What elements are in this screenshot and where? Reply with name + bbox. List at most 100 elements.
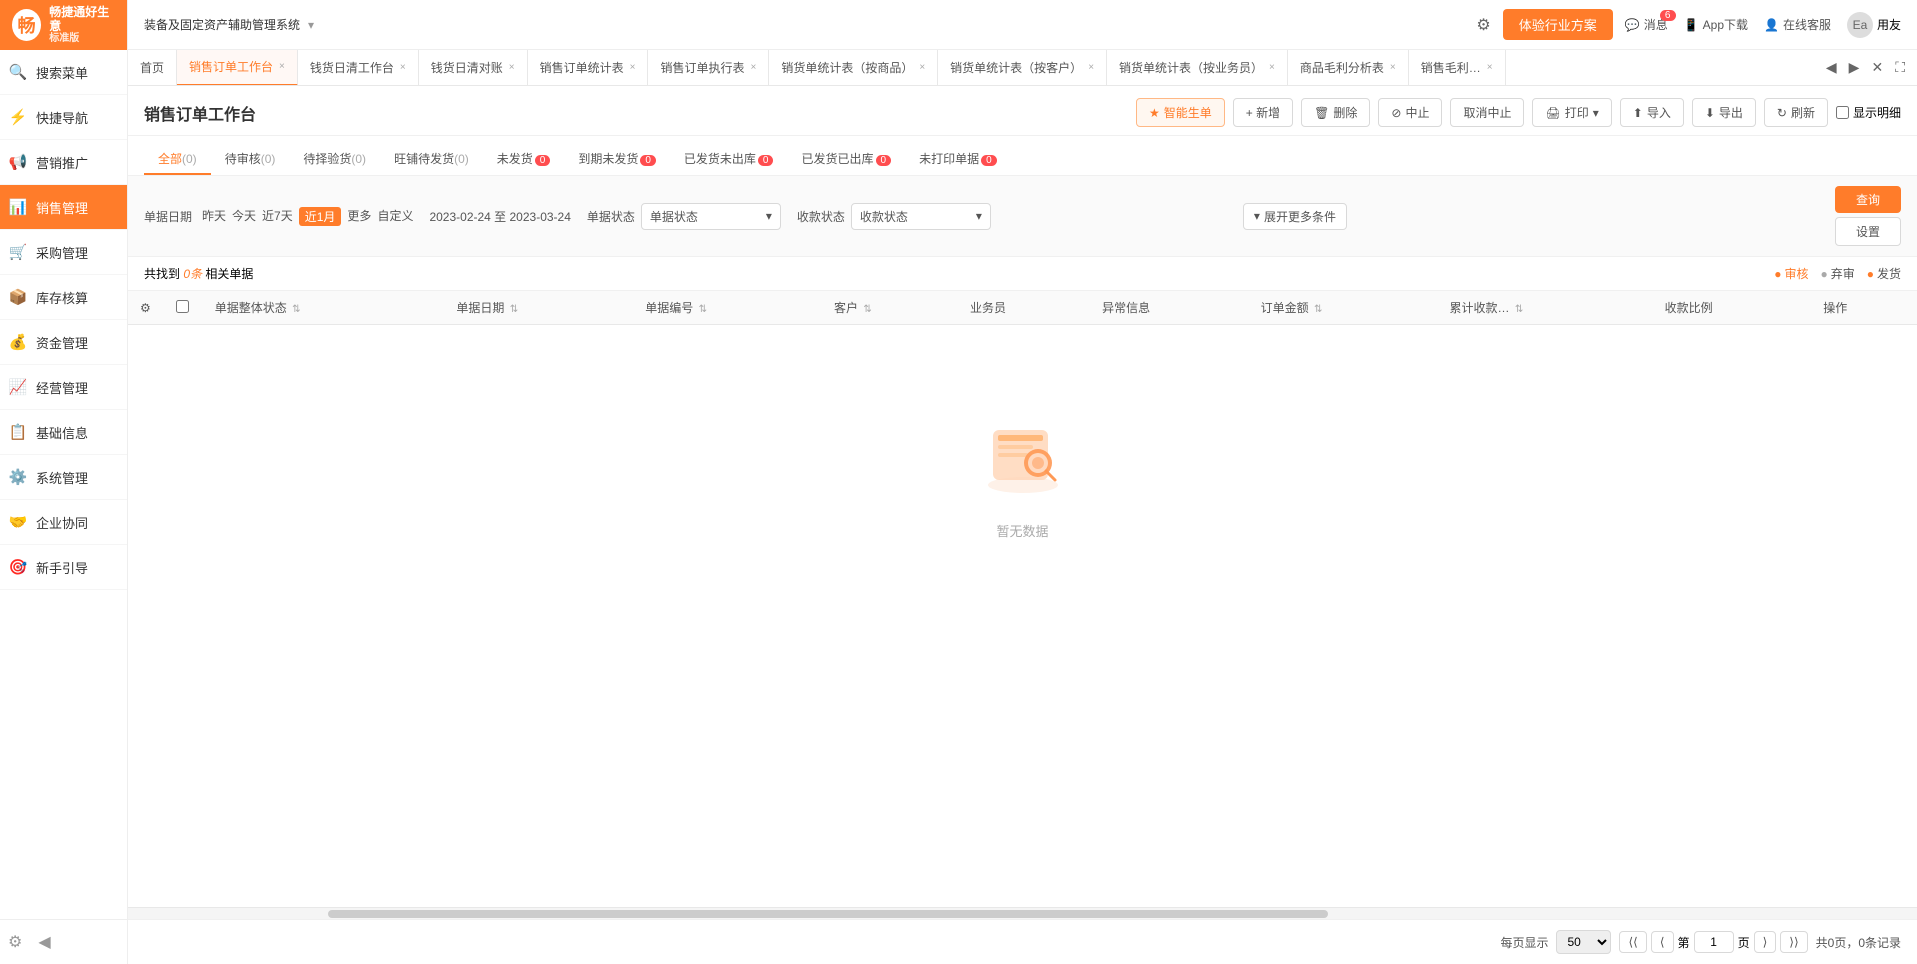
date-today[interactable]: 今天 (232, 207, 256, 226)
tab-5[interactable]: 销售订单执行表× (648, 50, 769, 86)
tab-9[interactable]: 商品毛利分析表× (1288, 50, 1409, 86)
refresh-button[interactable]: ↻ 刷新 (1764, 98, 1828, 127)
topbar-settings-icon[interactable]: ⚙ (1476, 15, 1490, 35)
sort-icon-amount[interactable]: ⇅ (1314, 304, 1322, 315)
sidebar-item-企业协同[interactable]: 🤝企业协同 (0, 500, 127, 545)
ship-action[interactable]: ● 发货 (1867, 265, 1901, 282)
stop-button[interactable]: ⊘ 中止 (1378, 98, 1442, 127)
collapse-icon[interactable]: ◀ (38, 932, 50, 952)
settings-icon2[interactable]: ⚙ (140, 301, 151, 315)
date-1month[interactable]: 近1月 (299, 207, 342, 226)
audit-action[interactable]: ● 审核 (1774, 265, 1808, 282)
scroll-thumb[interactable] (328, 910, 1328, 918)
tabs-prev-btn[interactable]: ◀ (1822, 57, 1841, 78)
tab-close-5[interactable]: × (750, 62, 756, 73)
sidebar-item-快捷导航[interactable]: ⚡快捷导航 (0, 95, 127, 140)
date-range-links: 昨天 今天 近7天 近1月 更多 自定义 (202, 207, 413, 226)
sidebar-item-系统管理[interactable]: ⚙️系统管理 (0, 455, 127, 500)
filter-tab-1[interactable]: 待审核(0) (211, 144, 290, 175)
filter-tab-0[interactable]: 全部(0) (144, 144, 211, 175)
sidebar-item-经营管理[interactable]: 📈经营管理 (0, 365, 127, 410)
page-next-btn[interactable]: ⟩ (1754, 931, 1777, 953)
topbar-module-title: 装备及固定资产辅助管理系统 ▾ (144, 16, 1464, 33)
tab-close-2[interactable]: × (400, 62, 406, 73)
tab-2[interactable]: 钱货日清工作台× (298, 50, 419, 86)
sort-icon-number[interactable]: ⇅ (699, 304, 707, 315)
filter-tab-7[interactable]: 已发货已出库0 (787, 144, 905, 175)
sidebar-item-库存核算[interactable]: 📦库存核算 (0, 275, 127, 320)
tab-close-8[interactable]: × (1269, 62, 1275, 73)
scroll-area[interactable] (128, 907, 1917, 919)
date-custom[interactable]: 自定义 (377, 207, 413, 226)
tab-0[interactable]: 首页 (128, 50, 177, 86)
cta-button[interactable]: 体验行业方案 (1503, 9, 1613, 40)
show-detail-toggle[interactable]: 显示明细 (1836, 104, 1901, 121)
sort-icon-customer[interactable]: ⇅ (863, 304, 871, 315)
user-area[interactable]: Ea 用友 (1847, 12, 1901, 38)
cancel-stop-button[interactable]: 取消中止 (1450, 98, 1524, 127)
online-service-area[interactable]: 👤 在线客服 (1764, 16, 1831, 33)
tabs-close-all-btn[interactable]: ✕ (1867, 57, 1887, 78)
import-button[interactable]: ⬆ 导入 (1620, 98, 1684, 127)
tab-10[interactable]: 销售毛利…× (1409, 50, 1506, 86)
date-7days[interactable]: 近7天 (262, 207, 293, 226)
tabs-next-btn[interactable]: ▶ (1845, 57, 1864, 78)
query-button[interactable]: 查询 (1835, 186, 1901, 213)
filter-tab-2[interactable]: 待择验货(0) (289, 144, 380, 175)
filter-tab-3[interactable]: 旺铺待发货(0) (380, 144, 483, 175)
sidebar-item-搜索菜单[interactable]: 🔍搜索菜单 (0, 50, 127, 95)
expand-conditions-button[interactable]: ▾ 展开更多条件 (1243, 203, 1347, 230)
settings-icon[interactable]: ⚙ (8, 932, 22, 952)
tab-close-10[interactable]: × (1487, 62, 1493, 73)
tab-1[interactable]: 销售订单工作台× (177, 50, 298, 86)
sort-icon-accumulated[interactable]: ⇅ (1515, 304, 1523, 315)
page-size-select[interactable]: 50 100 200 (1556, 930, 1611, 954)
unaudit-action[interactable]: ● 弃审 (1820, 265, 1854, 282)
tab-7[interactable]: 销货单统计表（按客户）× (938, 50, 1107, 86)
filter-tab-4[interactable]: 未发货0 (483, 144, 565, 175)
show-detail-checkbox[interactable] (1836, 106, 1849, 119)
new-button[interactable]: + 新增 (1233, 98, 1293, 127)
page-first-btn[interactable]: ⟨⟨ (1619, 931, 1646, 953)
page-last-btn[interactable]: ⟩⟩ (1780, 931, 1807, 953)
message-icon-area[interactable]: 💬 消息 6 (1625, 16, 1668, 33)
settings-button[interactable]: 设置 (1835, 217, 1901, 246)
sidebar-item-营销推广[interactable]: 📢营销推广 (0, 140, 127, 185)
sort-icon-status[interactable]: ⇅ (292, 304, 300, 315)
app-download-area[interactable]: 📱 App下载 (1684, 16, 1748, 33)
tab-3[interactable]: 钱货日清对账× (419, 50, 528, 86)
select-all-checkbox[interactable] (176, 300, 189, 313)
col-ratio: 收款比例 (1653, 291, 1812, 325)
sidebar-item-资金管理[interactable]: 💰资金管理 (0, 320, 127, 365)
sidebar-item-销售管理[interactable]: 📊销售管理 (0, 185, 127, 230)
tab-close-9[interactable]: × (1390, 62, 1396, 73)
status-select[interactable]: 单据状态 ▾ (641, 203, 781, 230)
tabs-maximize-btn[interactable]: ⛶ (1891, 57, 1909, 78)
print-button[interactable]: 🖨 打印 ▾ (1532, 98, 1611, 127)
page-prev-btn[interactable]: ⟨ (1651, 931, 1674, 953)
filter-tab-6[interactable]: 已发货未出库0 (670, 144, 788, 175)
module-dropdown-icon[interactable]: ▾ (308, 18, 314, 32)
sidebar-item-新手引导[interactable]: 🎯新手引导 (0, 545, 127, 590)
delete-button[interactable]: 🗑 删除 (1301, 98, 1370, 127)
sort-icon-date[interactable]: ⇅ (510, 304, 518, 315)
tab-close-4[interactable]: × (630, 62, 636, 73)
payment-select[interactable]: 收款状态 ▾ (851, 203, 991, 230)
tab-close-1[interactable]: × (279, 61, 285, 72)
date-yesterday[interactable]: 昨天 (202, 207, 226, 226)
date-more[interactable]: 更多 (347, 207, 371, 226)
smart-order-button[interactable]: ★ 智能生单 (1136, 98, 1225, 127)
sidebar-item-采购管理[interactable]: 🛒采购管理 (0, 230, 127, 275)
filter-tab-5[interactable]: 到期未发货0 (564, 144, 670, 175)
tab-close-6[interactable]: × (919, 62, 925, 73)
export-button[interactable]: ⬇ 导出 (1692, 98, 1756, 127)
filter-tab-8[interactable]: 未打印单据0 (905, 144, 1011, 175)
tab-8[interactable]: 销货单统计表（按业务员）× (1107, 50, 1288, 86)
tab-4[interactable]: 销售订单统计表 × (528, 50, 649, 86)
sidebar-item-基础信息[interactable]: 📋基础信息 (0, 410, 127, 455)
tab-6[interactable]: 销货单统计表（按商品）× (769, 50, 938, 86)
page-input[interactable] (1694, 931, 1734, 953)
tab-label-4: 销售订单统计表 (540, 59, 624, 76)
tab-close-7[interactable]: × (1088, 62, 1094, 73)
tab-close-3[interactable]: × (509, 62, 515, 73)
